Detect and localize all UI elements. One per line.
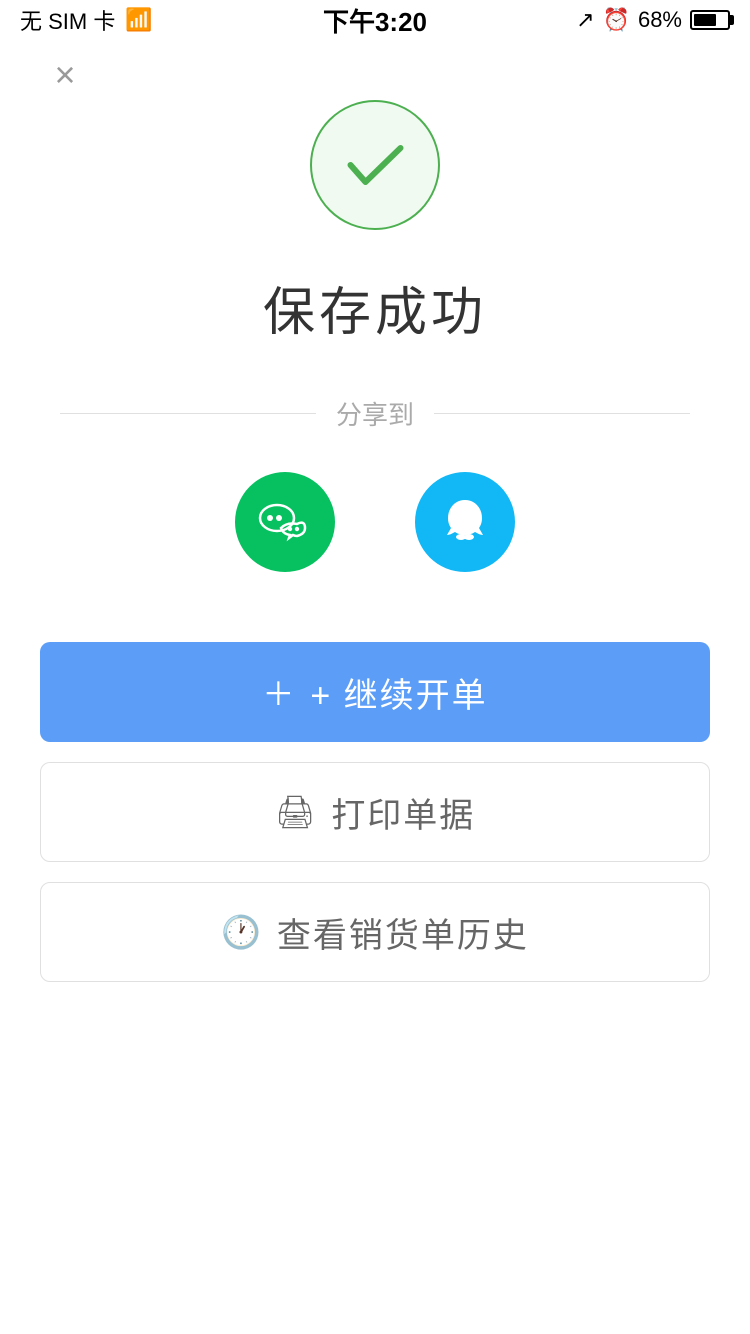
qq-icon	[437, 494, 493, 550]
divider-line-right	[434, 413, 690, 414]
continue-order-label: + 继续开单	[310, 668, 487, 717]
status-right: ↗ ⏰ 68%	[576, 7, 730, 33]
divider-line-left	[60, 413, 316, 414]
wechat-share-button[interactable]	[235, 472, 335, 572]
status-bar: 无 SIM 卡 📶 下午3:20 ↗ ⏰ 68%	[0, 0, 750, 40]
success-title: 保存成功	[263, 270, 487, 345]
share-divider: 分享到	[0, 395, 750, 432]
share-label: 分享到	[316, 395, 434, 432]
status-time: 下午3:20	[323, 2, 427, 39]
status-left: 无 SIM 卡 📶	[20, 4, 153, 36]
history-label: 查看销货单历史	[277, 908, 529, 957]
sim-status: 无 SIM 卡	[20, 4, 115, 36]
history-button[interactable]: 🕐 查看销货单历史	[40, 882, 710, 982]
action-buttons: ＋ + 继续开单 🖨 打印单据 🕐 查看销货单历史	[0, 642, 750, 982]
print-label: 打印单据	[331, 788, 475, 837]
close-icon: ×	[54, 57, 75, 93]
share-icons-row	[235, 472, 515, 572]
battery-percent: 68%	[638, 7, 682, 33]
alarm-icon: ⏰	[603, 7, 630, 33]
location-icon: ↗	[576, 7, 594, 33]
plus-icon: ＋	[262, 669, 294, 715]
close-button[interactable]: ×	[40, 50, 90, 100]
print-button[interactable]: 🖨 打印单据	[40, 762, 710, 862]
qq-share-button[interactable]	[415, 472, 515, 572]
history-icon: 🕐	[221, 913, 261, 951]
success-icon-circle	[310, 100, 440, 230]
wechat-icon	[255, 492, 315, 552]
main-content: 保存成功 分享到	[0, 40, 750, 982]
print-icon: 🖨	[275, 793, 316, 831]
continue-order-button[interactable]: ＋ + 继续开单	[40, 642, 710, 742]
wifi-icon: 📶	[125, 7, 152, 33]
checkmark-icon	[343, 140, 408, 190]
battery-icon	[690, 10, 730, 30]
